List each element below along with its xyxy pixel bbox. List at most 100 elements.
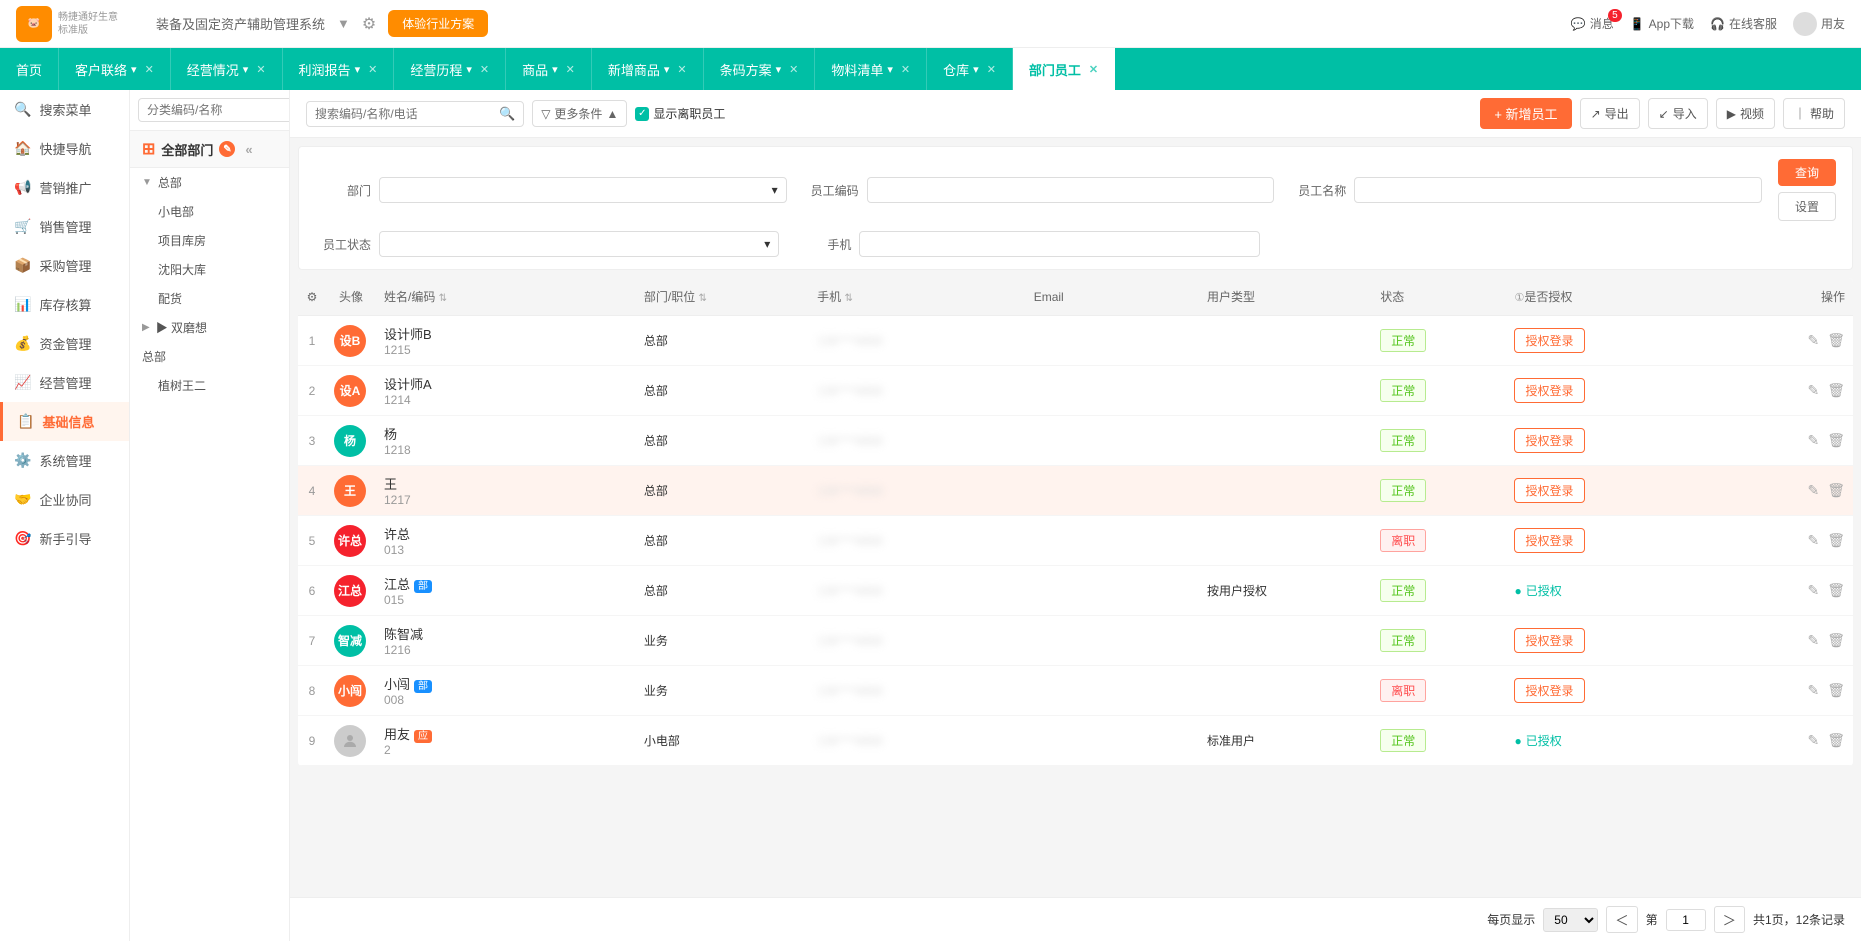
- tab-warehouse[interactable]: 仓库▾✕: [927, 48, 1013, 90]
- auth-btn[interactable]: 授权登录: [1514, 328, 1584, 353]
- edit-icon[interactable]: ✎: [1807, 732, 1819, 749]
- message-btn[interactable]: 💬 消息 5: [1571, 15, 1614, 32]
- logo-icon: 🐷: [16, 6, 52, 42]
- sidebar-item-mgmt[interactable]: 📈 经营管理: [0, 363, 129, 402]
- tree-item-small-elec[interactable]: 小电部: [130, 197, 289, 226]
- delete-icon[interactable]: 🗑: [1827, 432, 1845, 449]
- delete-icon[interactable]: 🗑: [1827, 582, 1845, 599]
- edit-icon[interactable]: ✎: [1807, 532, 1819, 549]
- sidebar: 🔍 搜索菜单 🏠 快捷导航 📢 营销推广 🛒 销售管理 📦 采购管理 📊 库存核…: [0, 90, 130, 941]
- emp-code-input[interactable]: [867, 177, 1275, 203]
- sidebar-item-nav[interactable]: 🏠 快捷导航: [0, 129, 129, 168]
- auth-btn[interactable]: 授权登录: [1514, 478, 1584, 503]
- edit-icon[interactable]: ✎: [1807, 482, 1819, 499]
- tree-item-headquarters[interactable]: 总部: [130, 168, 289, 197]
- delete-icon[interactable]: 🗑: [1827, 682, 1845, 699]
- sidebar-item-collab[interactable]: 🤝 企业协同: [0, 480, 129, 519]
- edit-icon[interactable]: ✎: [1807, 332, 1819, 349]
- employee-code: 015: [384, 593, 628, 607]
- settings-icon[interactable]: ⚙: [362, 14, 376, 34]
- sort-dept-icon[interactable]: ⇅: [699, 293, 707, 304]
- logo-main: 畅捷通好生意: [58, 11, 118, 24]
- tab-bom[interactable]: 物料清单▾✕: [815, 48, 927, 90]
- auth-btn[interactable]: 授权登录: [1514, 628, 1584, 653]
- tab-history[interactable]: 经营历程▾✕: [394, 48, 506, 90]
- delete-icon[interactable]: 🗑: [1827, 732, 1845, 749]
- next-page-btn[interactable]: ＞: [1714, 906, 1745, 933]
- phone-input[interactable]: [859, 231, 1259, 257]
- tab-customer[interactable]: 客户联络▾✕: [59, 48, 171, 90]
- sidebar-item-finance[interactable]: 💰 资金管理: [0, 324, 129, 363]
- sidebar-item-purchase[interactable]: 📦 采购管理: [0, 246, 129, 285]
- tab-barcode[interactable]: 条码方案▾✕: [704, 48, 816, 90]
- tree-item-planting[interactable]: 植树王二: [130, 371, 289, 400]
- more-filter-btn[interactable]: ▽ 更多条件 ▲: [532, 100, 627, 127]
- cell-auth: ● 已授权: [1506, 566, 1723, 616]
- view-btn[interactable]: ▶ 视频: [1716, 98, 1775, 129]
- add-employee-btn[interactable]: + 新增员工: [1480, 98, 1571, 129]
- tree-item-project[interactable]: 项目库房: [130, 226, 289, 255]
- delete-icon[interactable]: 🗑: [1827, 482, 1845, 499]
- tab-new-goods[interactable]: 新增商品▾✕: [592, 48, 704, 90]
- sort-name-icon[interactable]: ⇅: [439, 293, 447, 304]
- tab-profit[interactable]: 利润报告▾✕: [283, 48, 395, 90]
- emp-name-input[interactable]: [1354, 177, 1762, 203]
- sidebar-item-basic[interactable]: 📋 基础信息: [0, 402, 129, 441]
- sidebar-item-sales[interactable]: 🛒 销售管理: [0, 207, 129, 246]
- query-btn[interactable]: 查询: [1778, 159, 1836, 186]
- tree-collapse-btn[interactable]: ✎: [219, 141, 235, 157]
- search-submit-icon[interactable]: 🔍: [499, 106, 515, 122]
- edit-icon[interactable]: ✎: [1807, 432, 1819, 449]
- show-resigned-toggle[interactable]: ✓ 显示离职员工: [635, 105, 725, 122]
- current-page-input[interactable]: [1666, 909, 1706, 931]
- tree-item-peihu[interactable]: 配货: [130, 284, 289, 313]
- edit-icon[interactable]: ✎: [1807, 582, 1819, 599]
- prev-page-btn[interactable]: ＜: [1606, 906, 1637, 933]
- dept-select[interactable]: ▾: [379, 177, 787, 203]
- auth-btn[interactable]: 授权登录: [1514, 378, 1584, 403]
- edit-icon[interactable]: ✎: [1807, 382, 1819, 399]
- auth-btn[interactable]: 授权登录: [1514, 678, 1584, 703]
- help-btn[interactable]: ｜ 帮助: [1783, 98, 1845, 129]
- delete-icon[interactable]: 🗑: [1827, 532, 1845, 549]
- tree-item-shenyang[interactable]: 沈阳大库: [130, 255, 289, 284]
- user-btn[interactable]: 用友: [1793, 12, 1845, 36]
- reset-btn[interactable]: 设置: [1778, 192, 1836, 221]
- col-dept[interactable]: 部门/职位 ⇅: [636, 278, 809, 316]
- search-input[interactable]: [315, 107, 495, 121]
- sidebar-item-search[interactable]: 🔍 搜索菜单: [0, 90, 129, 129]
- tree-item-shuangmo[interactable]: ▶ 双磨想: [130, 313, 289, 342]
- import-btn[interactable]: ↙ 导入: [1648, 98, 1708, 129]
- delete-icon[interactable]: 🗑: [1827, 332, 1845, 349]
- auth-btn[interactable]: 授权登录: [1514, 528, 1584, 553]
- dropdown-icon[interactable]: ▼: [337, 16, 350, 31]
- status-badge: 正常: [1380, 429, 1426, 452]
- trial-btn[interactable]: 体验行业方案: [388, 10, 488, 37]
- sort-phone-icon[interactable]: ⇅: [844, 293, 852, 304]
- online-service-btn[interactable]: 🎧 在线客服: [1710, 15, 1777, 32]
- tab-home[interactable]: 首页: [0, 48, 59, 90]
- col-phone[interactable]: 手机 ⇅: [809, 278, 1026, 316]
- tab-dept-staff[interactable]: 部门员工✕: [1013, 48, 1115, 90]
- sidebar-item-guide[interactable]: 🎯 新手引导: [0, 519, 129, 558]
- auth-btn[interactable]: 授权登录: [1514, 428, 1584, 453]
- tree-collapse-arrow[interactable]: «: [245, 142, 252, 157]
- edit-icon[interactable]: ✎: [1807, 682, 1819, 699]
- sidebar-item-inventory[interactable]: 📊 库存核算: [0, 285, 129, 324]
- tab-goods[interactable]: 商品▾✕: [506, 48, 592, 90]
- sidebar-item-system[interactable]: ⚙️ 系统管理: [0, 441, 129, 480]
- edit-icon[interactable]: ✎: [1807, 632, 1819, 649]
- tab-operation[interactable]: 经营情况▾✕: [171, 48, 283, 90]
- per-page-select[interactable]: 50 20 100: [1543, 908, 1598, 932]
- delete-icon[interactable]: 🗑: [1827, 382, 1845, 399]
- col-settings[interactable]: ⚙: [298, 278, 326, 316]
- sidebar-item-marketing[interactable]: 📢 营销推广: [0, 168, 129, 207]
- app-download-btn[interactable]: 📱 App下载: [1630, 15, 1694, 32]
- export-btn[interactable]: ↗ 导出: [1580, 98, 1640, 129]
- delete-icon[interactable]: 🗑: [1827, 632, 1845, 649]
- status-select[interactable]: ▾: [379, 231, 779, 257]
- col-name[interactable]: 姓名/编码 ⇅: [376, 278, 636, 316]
- tree-search-input[interactable]: [138, 98, 290, 122]
- purchase-icon: 📦: [14, 257, 31, 274]
- tree-item-zongbu[interactable]: 总部: [130, 342, 289, 371]
